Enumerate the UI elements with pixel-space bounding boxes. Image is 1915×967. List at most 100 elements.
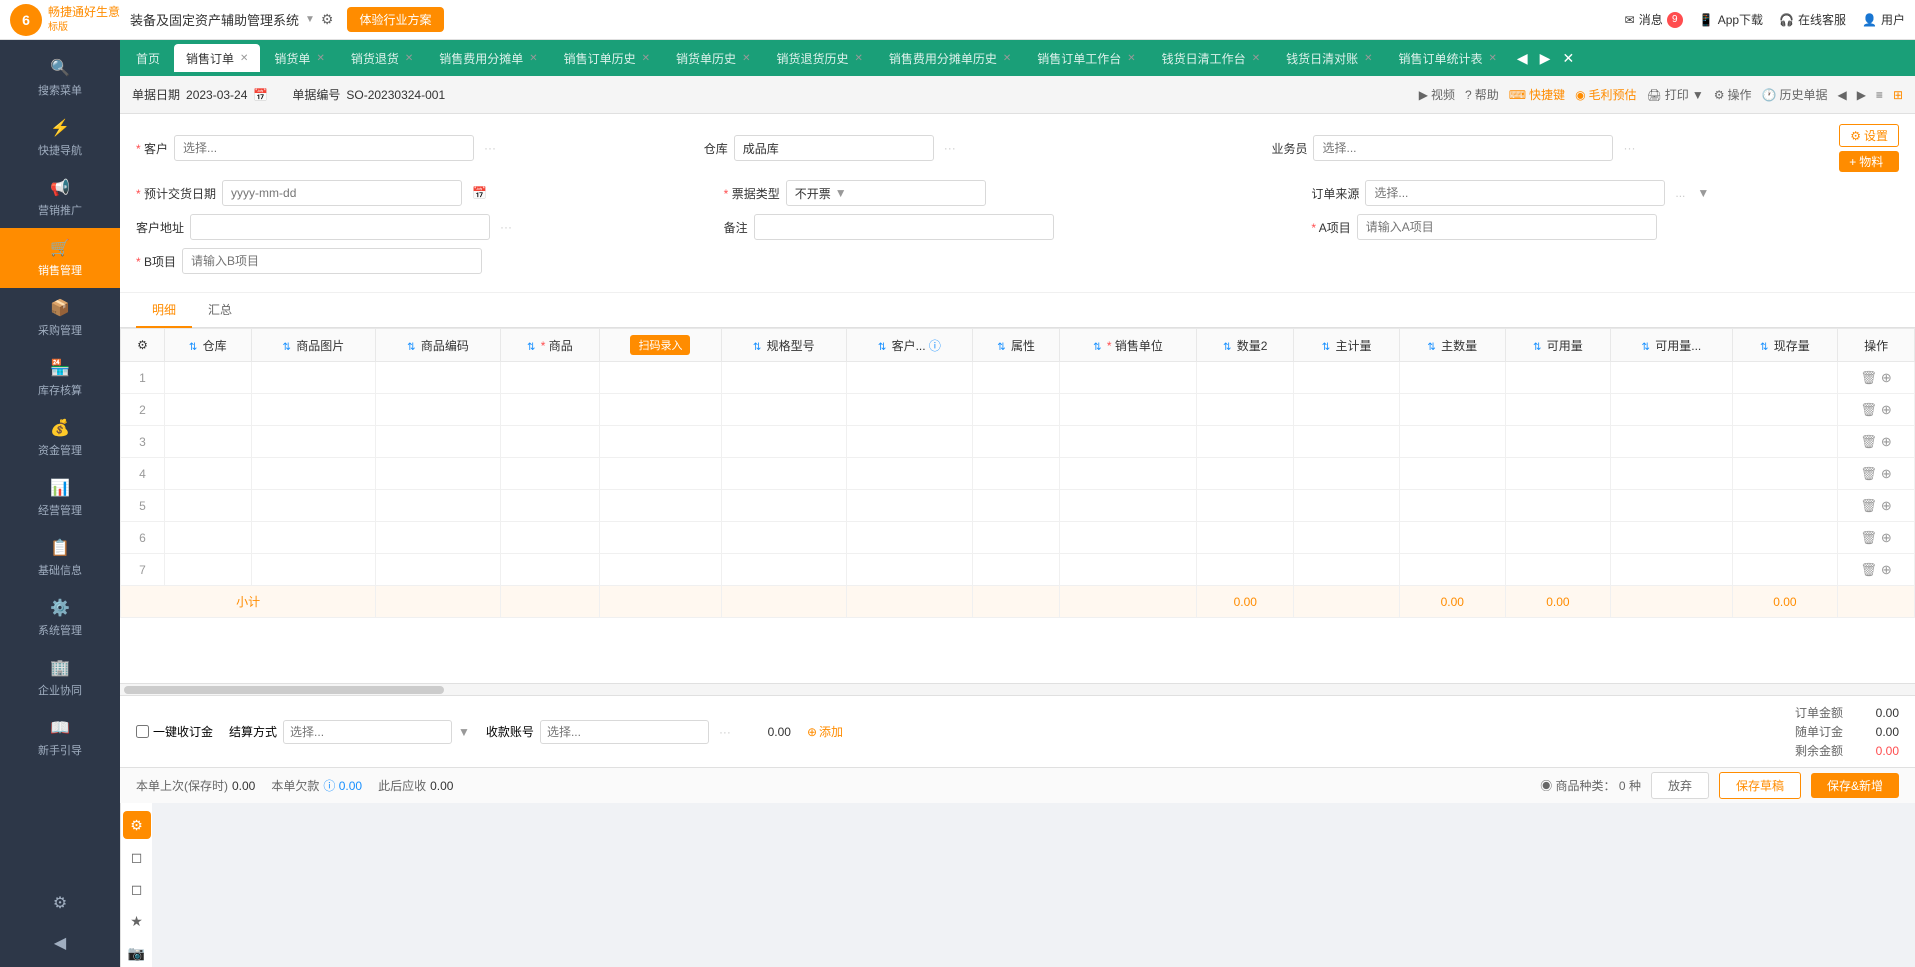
notes-input[interactable] xyxy=(754,214,1054,240)
row-6-main-qty[interactable] xyxy=(1399,522,1505,554)
row-6-delete-icon[interactable]: 🗑 xyxy=(1860,530,1877,546)
add-collection-btn[interactable]: ⊕ 添加 xyxy=(807,723,843,740)
row-6-sales-unit[interactable] xyxy=(1059,522,1196,554)
rp-icon-4[interactable]: ★ xyxy=(123,907,151,935)
sidebar-item-purchase[interactable]: 📦 采购管理 xyxy=(0,288,120,348)
row-4-product[interactable] xyxy=(500,458,599,490)
row-6-main-unit[interactable] xyxy=(1294,522,1400,554)
row-1-spec[interactable] xyxy=(721,362,846,394)
row-4-current-stock[interactable] xyxy=(1732,458,1838,490)
tab-sales-order-history-close[interactable]: ✕ xyxy=(642,53,650,64)
row-5-product[interactable] xyxy=(500,490,599,522)
row-7-copy-icon[interactable]: ⊕ xyxy=(1881,562,1892,578)
row-7-available[interactable] xyxy=(1505,554,1611,586)
row-6-spec[interactable] xyxy=(721,522,846,554)
tab-sales-expense-split-close[interactable]: ✕ xyxy=(529,53,537,64)
industry-solution-button[interactable]: 体验行业方案 xyxy=(347,7,443,32)
row-3-sales-unit[interactable] xyxy=(1059,426,1196,458)
row-7-main-unit[interactable] xyxy=(1294,554,1400,586)
row-2-attribute[interactable] xyxy=(973,394,1060,426)
row-1-copy-icon[interactable]: ⊕ xyxy=(1881,370,1892,386)
b-project-input[interactable] xyxy=(182,248,482,274)
save-draft-button[interactable]: 保存草稿 xyxy=(1719,772,1801,799)
staff-input[interactable] xyxy=(1313,135,1613,161)
row-1-customer-ref[interactable] xyxy=(846,362,973,394)
rp-icon-1[interactable]: ⚙ xyxy=(123,811,151,839)
tab-sales-order-workbench[interactable]: 销售订单工作台 ✕ xyxy=(1025,44,1147,72)
table-settings-icon[interactable]: ⚙ xyxy=(137,338,148,352)
collection-account-input[interactable] xyxy=(540,720,709,744)
sidebar-item-finance[interactable]: 💰 资金管理 xyxy=(0,408,120,468)
date-value[interactable]: 2023-03-24 xyxy=(186,88,247,102)
tab-sales-expense-history[interactable]: 销售费用分摊单历史 ✕ xyxy=(877,44,1023,72)
sidebar-item-basic[interactable]: 📋 基础信息 xyxy=(0,528,120,588)
row-7-main-qty[interactable] xyxy=(1399,554,1505,586)
calendar-icon[interactable]: 📅 xyxy=(253,88,268,102)
warehouse-value[interactable]: 成品库 xyxy=(734,135,934,161)
tab-sales-bill-history[interactable]: 销货单历史 ✕ xyxy=(664,44,762,72)
row-4-warehouse[interactable] xyxy=(164,458,251,490)
row-4-customer-ref[interactable] xyxy=(846,458,973,490)
row-4-spec[interactable] xyxy=(721,458,846,490)
a-project-input[interactable] xyxy=(1357,214,1657,240)
row-5-product-image[interactable] xyxy=(251,490,376,522)
row-4-main-qty[interactable] xyxy=(1399,458,1505,490)
row-4-attribute[interactable] xyxy=(973,458,1060,490)
tab-sales-bill-history-close[interactable]: ✕ xyxy=(742,53,750,64)
row-2-delete-icon[interactable]: 🗑 xyxy=(1860,402,1877,418)
th-qty2-sort[interactable]: ⇅ xyxy=(1223,342,1231,353)
row-2-product-image[interactable] xyxy=(251,394,376,426)
row-3-copy-icon[interactable]: ⊕ xyxy=(1881,434,1892,450)
app-download-button[interactable]: 📱 App下载 xyxy=(1699,11,1763,28)
tab-cash-daily-workbench[interactable]: 钱货日清工作台 ✕ xyxy=(1150,44,1272,72)
th-current-stock-sort[interactable]: ⇅ xyxy=(1760,342,1768,353)
row-3-spec[interactable] xyxy=(721,426,846,458)
row-5-current-stock[interactable] xyxy=(1732,490,1838,522)
order-source-input[interactable] xyxy=(1365,180,1665,206)
scan-btn[interactable]: 扫码录入 xyxy=(630,335,690,355)
row-3-warehouse[interactable] xyxy=(164,426,251,458)
th-main-qty-sort[interactable]: ⇅ xyxy=(1427,342,1435,353)
row-3-main-unit[interactable] xyxy=(1294,426,1400,458)
row-6-available[interactable] xyxy=(1505,522,1611,554)
row-4-product-code[interactable] xyxy=(376,458,501,490)
row-4-main-unit[interactable] xyxy=(1294,458,1400,490)
abandon-button[interactable]: 放弃 xyxy=(1651,772,1709,799)
one-click-collect-check[interactable] xyxy=(136,725,149,738)
date-picker-icon[interactable]: 📅 xyxy=(472,186,487,200)
tab-sales-order-close[interactable]: ✕ xyxy=(240,53,248,64)
tab-cash-reconcile-close[interactable]: ✕ xyxy=(1364,53,1372,64)
one-click-collect-checkbox[interactable]: 一键收订金 xyxy=(136,723,213,740)
collection-account-more-btn[interactable]: ··· xyxy=(715,725,735,739)
row-1-product-code[interactable] xyxy=(376,362,501,394)
rp-icon-3[interactable]: ◻ xyxy=(123,875,151,903)
history-btn[interactable]: 🕐 历史单据 xyxy=(1761,86,1827,103)
row-7-warehouse[interactable] xyxy=(164,554,251,586)
payment-method-input[interactable] xyxy=(283,720,452,744)
row-5-warehouse[interactable] xyxy=(164,490,251,522)
row-1-sales-unit[interactable] xyxy=(1059,362,1196,394)
row-3-customer-ref[interactable] xyxy=(846,426,973,458)
tab-sales-order-history[interactable]: 销售订单历史 ✕ xyxy=(552,44,662,72)
row-7-product-code[interactable] xyxy=(376,554,501,586)
row-2-warehouse[interactable] xyxy=(164,394,251,426)
tab-sales-order-stats[interactable]: 销售订单统计表 ✕ xyxy=(1386,44,1508,72)
view-btn[interactable]: ▶ 视频 xyxy=(1419,86,1455,103)
app-title-dropdown-icon[interactable]: ▼ xyxy=(305,14,315,25)
tab-prev-button[interactable]: ◀ xyxy=(1511,50,1534,67)
save-new-button[interactable]: 保存&新增 xyxy=(1811,773,1899,798)
row-3-product[interactable] xyxy=(500,426,599,458)
tab-sales-order-stats-close[interactable]: ✕ xyxy=(1489,53,1497,64)
profit-btn[interactable]: ◉ 毛利预估 xyxy=(1575,86,1637,103)
row-1-delete-icon[interactable]: 🗑 xyxy=(1860,370,1877,386)
row-2-available2[interactable] xyxy=(1611,394,1732,426)
tab-sales-return-close[interactable]: ✕ xyxy=(405,53,413,64)
row-6-current-stock[interactable] xyxy=(1732,522,1838,554)
prev-record-btn[interactable]: ◀ xyxy=(1837,88,1846,102)
row-6-product-code[interactable] xyxy=(376,522,501,554)
row-6-product[interactable] xyxy=(500,522,599,554)
sidebar-item-marketing[interactable]: 📢 营销推广 xyxy=(0,168,120,228)
settings-btn[interactable]: ⚙ 设置 xyxy=(1839,124,1899,147)
row-5-main-qty[interactable] xyxy=(1399,490,1505,522)
tab-detail[interactable]: 明细 xyxy=(136,293,192,328)
